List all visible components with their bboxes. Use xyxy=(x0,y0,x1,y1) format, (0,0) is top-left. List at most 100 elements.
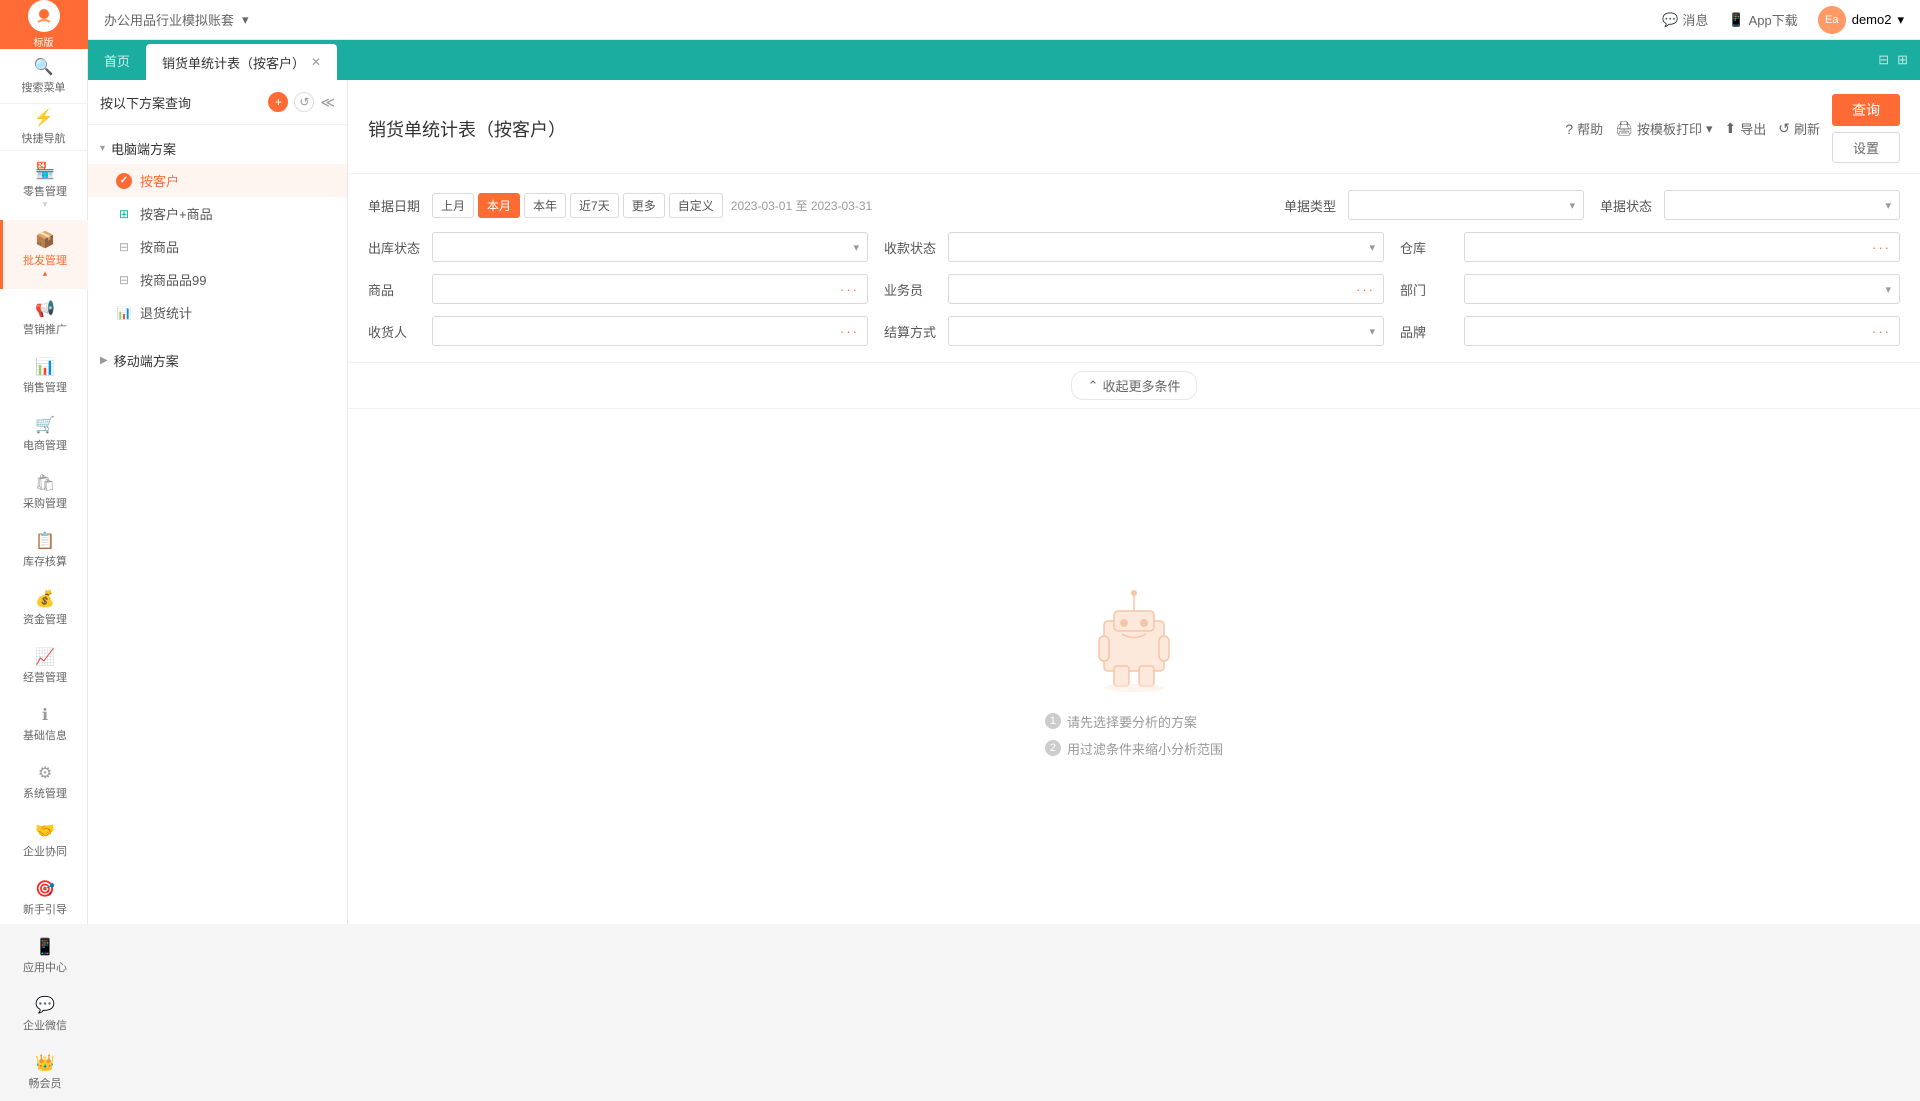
username: demo2 xyxy=(1852,12,1892,27)
sidebar-item-member[interactable]: 👑 畅会员 xyxy=(0,1043,88,1101)
warehouse-label: 仓库 xyxy=(1400,238,1456,257)
sidebar-item-new-guide[interactable]: 🎯 新手引导 xyxy=(0,869,88,927)
refresh-button[interactable]: ↺ 刷新 xyxy=(1778,119,1820,138)
collapse-icon: ⌃ xyxy=(1088,378,1099,394)
brand-select[interactable]: ··· xyxy=(1464,316,1900,346)
date-btn-custom[interactable]: 自定义 xyxy=(669,193,723,218)
department-select[interactable]: ▾ xyxy=(1464,274,1900,304)
date-btn-this-month[interactable]: 本月 xyxy=(478,193,520,218)
tab-current-label: 销货单统计表（按客户） xyxy=(162,53,305,72)
sidebar-item-basic-info[interactable]: ℹ 基础信息 xyxy=(0,695,88,753)
date-btn-last-month[interactable]: 上月 xyxy=(432,193,474,218)
sidebar-item-retail[interactable]: 🏪 零售管理 ▾ xyxy=(0,151,88,220)
tab-minimize-icon[interactable]: ⊟ xyxy=(1878,52,1889,68)
message-action[interactable]: 💬 消息 xyxy=(1662,10,1708,29)
sidebar-item-ecommerce[interactable]: 🛒 电商管理 xyxy=(0,405,88,463)
finance-label: 资金管理 xyxy=(23,611,67,627)
tip-text-2: 用过滤条件来缩小分析范围 xyxy=(1067,739,1223,758)
dropdown-arrow[interactable]: ▾ xyxy=(242,12,249,28)
wholesale-label: 批发管理 xyxy=(23,252,67,268)
receipt-status-arrow: ▾ xyxy=(1369,241,1375,254)
export-label: 导出 xyxy=(1740,119,1766,138)
date-btn-7days[interactable]: 近7天 xyxy=(570,193,619,218)
doc-status-arrow: ▾ xyxy=(1885,199,1891,212)
sidebar-item-sales[interactable]: 📊 销售管理 xyxy=(0,347,88,405)
product-select[interactable]: ··· xyxy=(432,274,868,304)
out-status-select[interactable]: ▾ xyxy=(432,232,868,262)
tab-close-icon[interactable]: ✕ xyxy=(311,55,321,69)
bar-icon: 📊 xyxy=(116,305,132,321)
tab-maximize-icon[interactable]: ⊞ xyxy=(1897,52,1908,68)
collapse-more-button[interactable]: ⌃ 收起更多条件 xyxy=(1071,371,1198,400)
add-scheme-button[interactable]: + xyxy=(268,92,288,112)
desktop-group-title[interactable]: ▾ 电脑端方案 xyxy=(88,133,347,164)
user-profile[interactable]: Ea demo2 ▾ xyxy=(1818,6,1904,34)
salesperson-select[interactable]: ··· xyxy=(948,274,1384,304)
tab-current[interactable]: 销货单统计表（按客户） ✕ xyxy=(146,44,337,80)
date-btn-this-year[interactable]: 本年 xyxy=(524,193,566,218)
scheme-item-return-stats-label: 退货统计 xyxy=(140,303,192,322)
scheme-item-by-customer-product[interactable]: ⊞ 按客户+商品 xyxy=(88,197,347,230)
system-label: 系统管理 xyxy=(23,785,67,801)
sidebar-item-purchase[interactable]: 🛍 采购管理 xyxy=(0,463,88,521)
receipt-status-select[interactable]: ▾ xyxy=(948,232,1384,262)
desktop-scheme-group: ▾ 电脑端方案 ✓ 按客户 ⊞ 按客户+商品 ⊟ 按商品 ⊟ 按商品 xyxy=(88,125,347,337)
mobile-group-title[interactable]: ▶ 移动端方案 xyxy=(88,345,347,376)
tab-bar: 首页 销货单统计表（按客户） ✕ ⊟ ⊞ xyxy=(88,40,1920,80)
receiver-select[interactable]: ··· xyxy=(432,316,868,346)
ecommerce-icon: 🛒 xyxy=(35,415,55,435)
purchase-icon: 🛍 xyxy=(35,473,55,493)
sidebar-item-wholesale[interactable]: 📦 批发管理 ▴ xyxy=(0,220,88,289)
collapse-scheme-button[interactable]: ≪ xyxy=(320,94,335,111)
mobile-group-arrow: ▶ xyxy=(100,355,108,366)
scheme-item-by-customer[interactable]: ✓ 按客户 xyxy=(88,164,347,197)
print-label: 按模板打印 xyxy=(1637,119,1702,138)
doc-status-select[interactable]: ▾ xyxy=(1664,190,1900,220)
scheme-item-by-product99[interactable]: ⊟ 按商品品99 xyxy=(88,263,347,296)
app-center-icon: 📱 xyxy=(35,937,55,957)
warehouse-select[interactable]: ··· xyxy=(1464,232,1900,262)
tab-controls: ⊟ ⊞ xyxy=(1866,52,1920,68)
sidebar-item-finance[interactable]: 💰 资金管理 xyxy=(0,579,88,637)
sidebar-item-enterprise-wechat[interactable]: 💬 企业微信 xyxy=(0,985,88,1043)
scheme-item-return-stats[interactable]: 📊 退货统计 xyxy=(88,296,347,329)
desktop-group-label: 电脑端方案 xyxy=(111,139,176,158)
sidebar-item-inventory[interactable]: 📋 库存核算 xyxy=(0,521,88,579)
brand-label: 品牌 xyxy=(1400,322,1456,341)
help-button[interactable]: ? 帮助 xyxy=(1565,119,1603,138)
doc-status-label: 单据状态 xyxy=(1600,196,1656,215)
sidebar-item-search[interactable]: 🔍 搜索菜单 xyxy=(0,49,88,104)
query-button[interactable]: 查询 xyxy=(1832,94,1900,126)
sidebar-item-app-center[interactable]: 📱 应用中心 xyxy=(0,927,88,985)
scheme-item-by-product99-label: 按商品品99 xyxy=(140,270,206,289)
tab-home[interactable]: 首页 xyxy=(88,40,146,80)
date-filter: 上月 本月 本年 近7天 更多 自定义 2023-03-01 至 2023-03… xyxy=(432,193,1268,218)
brand-filter-item: 品牌 ··· xyxy=(1400,316,1900,346)
scheme-item-by-product[interactable]: ⊟ 按商品 xyxy=(88,230,347,263)
out-status-arrow: ▾ xyxy=(853,241,859,254)
page-actions: ? 帮助 🖨 按模板打印 ▾ ⬆ 导出 ↺ 刷新 xyxy=(1565,94,1900,163)
marketing-icon: 📢 xyxy=(35,299,55,319)
settlement-select[interactable]: ▾ xyxy=(948,316,1384,346)
sidebar-item-quick-nav[interactable]: ⚡ 快捷导航 xyxy=(0,104,88,151)
help-icon: ? xyxy=(1565,121,1573,137)
doc-type-select[interactable]: ▾ xyxy=(1348,190,1584,220)
sidebar-item-operations[interactable]: 📈 经营管理 xyxy=(0,637,88,695)
print-button[interactable]: 🖨 按模板打印 ▾ xyxy=(1615,119,1712,138)
refresh-scheme-button[interactable]: ↺ xyxy=(294,92,314,112)
ecommerce-label: 电商管理 xyxy=(23,437,67,453)
sidebar-item-system[interactable]: ⚙ 系统管理 xyxy=(0,753,88,811)
app-download-icon: 📱 xyxy=(1728,12,1744,28)
filter-area: 单据日期 上月 本月 本年 近7天 更多 自定义 2023-03-01 至 20… xyxy=(348,174,1920,363)
retail-icon: 🏪 xyxy=(35,161,55,181)
scheme-item-by-customer-label: 按客户 xyxy=(140,171,179,190)
date-btn-more[interactable]: 更多 xyxy=(623,193,665,218)
scheme-title: 按以下方案查询 xyxy=(100,93,191,112)
sidebar-item-marketing[interactable]: 📢 营销推广 xyxy=(0,289,88,347)
app-download-action[interactable]: 📱 App下载 xyxy=(1728,10,1797,29)
breadcrumb: 办公用品行业模拟账套 ▾ xyxy=(104,10,249,29)
export-button[interactable]: ⬆ 导出 xyxy=(1725,119,1767,138)
refresh-label: 刷新 xyxy=(1794,119,1820,138)
sidebar-item-enterprise[interactable]: 🤝 企业协同 xyxy=(0,811,88,869)
settings-button[interactable]: 设置 xyxy=(1832,132,1900,163)
